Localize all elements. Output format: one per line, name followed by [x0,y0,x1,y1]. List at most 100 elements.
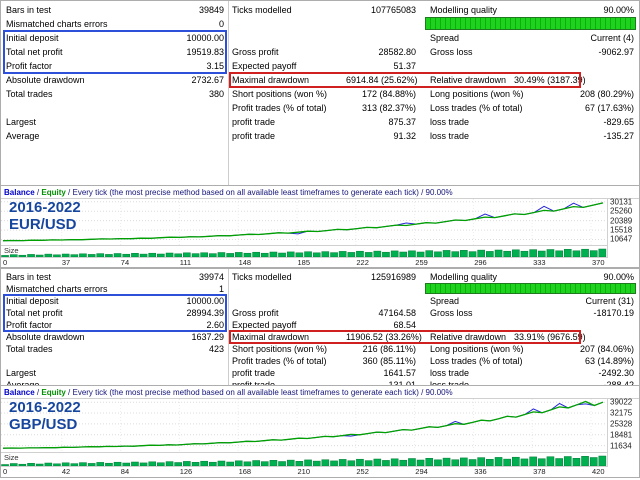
stat-label: Bars in test [6,5,52,15]
stat-value: 51.37 [393,61,416,71]
stat-label: Modelling quality [430,5,498,15]
stat-value: 1637.29 [191,332,224,342]
stat-label: Ticks modelled [232,272,292,282]
stats-row: Average profit trade 131.01 loss trade -288.… [2,379,638,385]
x-axis-label: 210 [297,467,311,476]
y-axis-label: 20389 [610,216,633,226]
symbol-annotation: GBP/USD [9,415,78,433]
y-axis-label: 15518 [610,225,633,235]
x-axis-label: 336 [474,467,487,476]
modelling-quality-bar [425,17,636,30]
stat-label: Short positions (won %) [232,89,328,99]
modelling-quality-bar [425,283,636,294]
equity-plot[interactable]: 2016-2022 GBP/USD [1,399,608,452]
stat-value: -829.65 [603,117,634,127]
stat-value: 313 (82.37%) [361,103,416,113]
balance-label: Balance [4,388,35,397]
x-axis-label: 370 [592,258,605,266]
stat-value: 30.49% (3187.39) [514,75,586,85]
size-histogram-svg [1,455,607,466]
stat-value: 39974 [198,272,224,282]
stat-value: 47164.58 [378,308,416,318]
corner-spacer [608,466,639,476]
stat-value: Current (4) [590,33,634,43]
x-axis-label: 84 [120,467,130,476]
results-table: Bars in test 39974 Ticks modelled 125916989… [0,268,640,386]
stat-label: profit trade [232,117,276,127]
stat-label: Loss trades (% of total) [430,356,523,366]
stat-label: Relative drawdown [430,75,507,85]
stat-value: 1 [218,284,224,294]
stats-row: Total net profit 19519.83 Gross profit 2858… [2,45,638,59]
tick-method-label: / Every tick (the most precise method ba… [65,188,453,197]
stats-row: Total net profit 28994.39 Gross profit 4716… [2,307,638,319]
stat-label-value: Relative drawdown 30.49% (3187.39) [420,75,638,85]
stat-value: 6914.84 (25.62%) [346,75,418,85]
stat-value: 0 [218,19,224,29]
balance-line [2,400,604,449]
stat-label: Total net profit [6,308,63,318]
stat-label: Long positions (won %) [430,344,524,354]
stat-label: Expected payoff [232,61,297,71]
stat-label: Maximal drawdown [232,332,310,342]
stats-row: Bars in test 39849 Ticks modelled 107765083… [2,3,638,17]
y-axis: 39022 32175 25328 18481 11634 [608,397,639,452]
stat-label: Relative drawdown [430,332,507,342]
size-histogram: Size [1,452,608,466]
stat-label: loss trade [430,368,470,378]
equity-label: Equity [41,188,66,197]
stats-row: Largest profit trade 1641.57 loss trade -249… [2,367,638,379]
stat-value: 10000.00 [186,33,224,43]
stat-label: Profit trades (% of total) [232,103,327,113]
x-axis-label: 420 [592,467,605,476]
stat-label-value: Relative drawdown 33.91% (9676.59) [420,332,638,342]
x-axis-label: 333 [533,258,546,266]
corner-spacer [608,452,639,466]
stats-row: Absolute drawdown 1637.29 Maximal drawdown… [2,331,638,343]
stat-label: Profit factor [6,320,53,330]
y-axis: 30131 25260 20389 15518 10647 [608,197,639,245]
x-axis-label: 296 [474,258,487,266]
size-histogram: Size [1,245,608,257]
equity-plot[interactable]: 2016-2022 EUR/USD [1,199,608,245]
stat-label: Ticks modelled [232,5,292,15]
stat-label: Short positions (won %) [232,344,328,354]
stat-value: 63 (14.89%) [584,356,634,366]
x-axis-label: 0 [3,467,8,476]
stat-value: 172 (84.88%) [361,89,416,99]
stat-value: -135.27 [603,131,634,141]
equity-line [2,202,604,242]
stat-label: Maximal drawdown [232,75,310,85]
stat-label: Mismatched charts errors [6,284,108,294]
stat-value: 28994.39 [186,308,224,318]
x-axis-label: 252 [356,467,369,476]
stat-label: profit trade [232,131,276,141]
graph-panel: Balance / Equity / Every tick (the most … [0,186,640,268]
stat-value: 19519.83 [186,47,224,57]
size-label: Size [4,246,19,255]
stat-value: -18170.19 [593,308,634,318]
stat-label: Profit factor [6,61,53,71]
period-annotation: 2016-2022 [9,399,81,416]
stat-label: Modelling quality [430,272,498,282]
y-axis-label: 25328 [610,419,633,429]
stat-value: 28582.80 [378,47,416,57]
x-axis-label: 37 [61,258,71,266]
x-axis-label: 185 [297,258,311,266]
x-axis: 0 42 84 126 168 210 252 294 336 378 420 [1,466,608,476]
corner-spacer [608,245,639,257]
stat-label: Absolute drawdown [6,332,85,342]
stat-value: Current (31) [585,296,634,306]
stats-row: Profit trades (% of total) 313 (82.37%) Lo… [2,101,638,115]
y-axis-label: 39022 [610,397,633,407]
balance-line [2,202,604,242]
stat-label: Average [6,131,40,141]
backtest-report-eurusd: Bars in test 39849 Ticks modelled 107765083… [0,0,640,268]
stat-value: -2492.30 [598,368,634,378]
stat-value: 11906.52 (33.26%) [346,332,422,342]
column-divider [228,1,229,185]
stats-row: Profit factor 2.60 Expected payoff 68.54 [2,319,638,331]
y-axis-label: 25260 [610,206,633,216]
results-table: Bars in test 39849 Ticks modelled 107765083… [0,0,640,186]
stat-value: 875.37 [388,117,416,127]
